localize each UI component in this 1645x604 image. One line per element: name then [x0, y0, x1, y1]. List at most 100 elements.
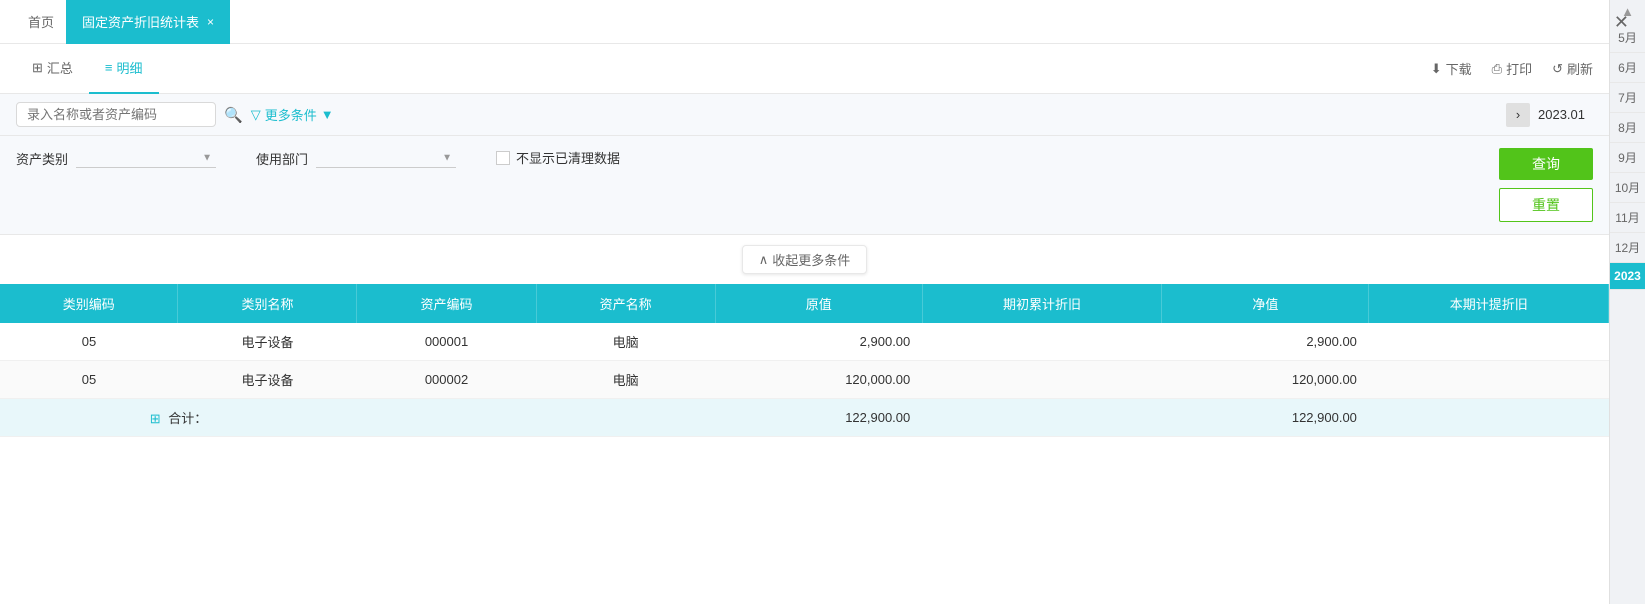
more-conditions-button[interactable]: ▽ 更多条件 ▼ [251, 105, 334, 124]
table-row: 05 电子设备 000002 电脑 120,000.00 120,000.00 [0, 361, 1609, 399]
table-header-row: 类别编码 类别名称 资产编码 资产名称 原值 期初累计折旧 净值 本期计提折旧 [0, 284, 1609, 323]
collapse-label: 收起更多条件 [772, 250, 850, 269]
tab-summary-label: 汇总 [47, 58, 73, 77]
subtotal-label-cell: ⊞ 合计： [0, 399, 357, 437]
cell-category-code: 05 [0, 323, 178, 361]
cell-current-depreciation [1369, 361, 1609, 399]
chevron-down-icon: ▼ [321, 107, 334, 122]
cell-asset-code: 000001 [357, 323, 536, 361]
asset-category-label: 资产类别 [16, 149, 68, 168]
download-icon: ⬇ [1431, 61, 1442, 77]
subtotal-current [1369, 399, 1609, 437]
cell-original-value: 2,900.00 [715, 323, 922, 361]
download-label: 下载 [1446, 59, 1472, 78]
subtotal-accumulated [922, 399, 1162, 437]
cell-category-code: 05 [0, 361, 178, 399]
sidebar-month-8[interactable]: 8月 [1610, 113, 1645, 143]
search-row: 🔍 ▽ 更多条件 ▼ › 2023.01 [0, 94, 1609, 136]
sidebar-month-10[interactable]: 10月 [1610, 173, 1645, 203]
print-label: 打印 [1506, 59, 1532, 78]
summary-icon: ⊞ [32, 60, 43, 76]
date-arrow-button[interactable]: › [1506, 103, 1530, 127]
col-category-code: 类别编码 [0, 284, 178, 323]
more-conditions-label: 更多条件 [265, 105, 317, 124]
col-net-value: 净值 [1162, 284, 1369, 323]
reset-button[interactable]: 重置 [1499, 188, 1593, 222]
col-asset-name: 资产名称 [536, 284, 715, 323]
sidebar-month-7[interactable]: 7月 [1610, 83, 1645, 113]
date-label: 2023.01 [1530, 107, 1593, 122]
print-button[interactable]: ⎙ 打印 [1492, 59, 1532, 78]
department-select[interactable] [316, 148, 456, 168]
asset-category-select[interactable] [76, 148, 216, 168]
department-filter: 使用部门 [256, 148, 456, 168]
subtotal-row: ⊞ 合计： 122,900.00 122,900.00 [0, 399, 1609, 437]
table-wrapper: 类别编码 类别名称 资产编码 资产名称 原值 期初累计折旧 净值 本期计提折旧 … [0, 284, 1609, 604]
cell-accumulated-depreciation [922, 361, 1162, 399]
department-label: 使用部门 [256, 149, 308, 168]
cell-asset-name: 电脑 [536, 361, 715, 399]
filter-actions: 查询 重置 [1499, 148, 1593, 222]
tab-title: 固定资产折旧统计表 [82, 12, 199, 31]
toolbar-actions: ⬇ 下载 ⎙ 打印 ↺ 刷新 [1431, 59, 1593, 78]
subtotal-icon: ⊞ [150, 411, 161, 426]
collapse-button[interactable]: ∧ 收起更多条件 [742, 245, 868, 274]
collapse-row: ∧ 收起更多条件 [0, 235, 1609, 284]
refresh-icon: ↺ [1552, 61, 1563, 77]
home-tab[interactable]: 首页 [16, 12, 66, 31]
cell-category-name: 电子设备 [178, 323, 357, 361]
active-tab[interactable]: 固定资产折旧统计表 × [66, 0, 230, 44]
filter-row: 资产类别 使用部门 不显示已清理数据 查询 重置 [0, 136, 1609, 235]
sidebar-month-9[interactable]: 9月 [1610, 143, 1645, 173]
asset-category-filter: 资产类别 [16, 148, 216, 168]
cell-category-name: 电子设备 [178, 361, 357, 399]
refresh-button[interactable]: ↺ 刷新 [1552, 59, 1593, 78]
right-sidebar: ▲ 5月 6月 7月 8月 9月 10月 11月 12月 2023 [1609, 0, 1645, 604]
subtotal-original-value: 122,900.00 [715, 399, 922, 437]
table-row: 05 电子设备 000001 电脑 2,900.00 2,900.00 [0, 323, 1609, 361]
search-input[interactable] [16, 102, 216, 127]
top-nav: 首页 固定资产折旧统计表 × ✕ [0, 0, 1609, 44]
subtotal-empty-2 [536, 399, 715, 437]
subtotal-empty-1 [357, 399, 536, 437]
col-asset-code: 资产编码 [357, 284, 536, 323]
data-table: 类别编码 类别名称 资产编码 资产名称 原值 期初累计折旧 净值 本期计提折旧 … [0, 284, 1609, 437]
hide-cleared-label: 不显示已清理数据 [516, 148, 620, 167]
hide-cleared-group: 不显示已清理数据 [496, 148, 620, 167]
subtotal-label: 合计： [168, 411, 207, 426]
cell-net-value: 120,000.00 [1162, 361, 1369, 399]
col-category-name: 类别名称 [178, 284, 357, 323]
cell-asset-name: 电脑 [536, 323, 715, 361]
detail-icon: ≡ [105, 60, 113, 75]
col-current-depreciation: 本期计提折旧 [1369, 284, 1609, 323]
download-button[interactable]: ⬇ 下载 [1431, 59, 1472, 78]
date-indicator: › 2023.01 [1506, 103, 1593, 127]
cell-accumulated-depreciation [922, 323, 1162, 361]
col-original-value: 原值 [715, 284, 922, 323]
query-button[interactable]: 查询 [1499, 148, 1593, 180]
department-select-wrapper [316, 148, 456, 168]
tab-summary[interactable]: ⊞ 汇总 [16, 44, 89, 94]
cell-current-depreciation [1369, 323, 1609, 361]
sidebar-month-11[interactable]: 11月 [1610, 203, 1645, 233]
sidebar-month-12[interactable]: 12月 [1610, 233, 1645, 263]
cell-net-value: 2,900.00 [1162, 323, 1369, 361]
search-icon[interactable]: 🔍 [224, 106, 243, 124]
chevron-up-icon: ∧ [759, 252, 769, 268]
tab-detail[interactable]: ≡ 明细 [89, 44, 159, 94]
toolbar: ⊞ 汇总 ≡ 明细 ⬇ 下载 ⎙ 打印 ↺ 刷新 [0, 44, 1609, 94]
refresh-label: 刷新 [1567, 59, 1593, 78]
print-icon: ⎙ [1492, 61, 1502, 77]
sidebar-year-2023[interactable]: 2023 [1610, 263, 1645, 290]
window-close-button[interactable]: ✕ [1614, 12, 1629, 33]
tab-detail-label: 明细 [117, 58, 143, 77]
cell-original-value: 120,000.00 [715, 361, 922, 399]
tab-close-button[interactable]: × [207, 15, 214, 29]
cell-asset-code: 000002 [357, 361, 536, 399]
filter-icon: ▽ [251, 107, 261, 123]
col-accumulated-depreciation: 期初累计折旧 [922, 284, 1162, 323]
sidebar-month-6[interactable]: 6月 [1610, 53, 1645, 83]
subtotal-net-value: 122,900.00 [1162, 399, 1369, 437]
hide-cleared-checkbox[interactable] [496, 151, 510, 165]
asset-category-select-wrapper [76, 148, 216, 168]
